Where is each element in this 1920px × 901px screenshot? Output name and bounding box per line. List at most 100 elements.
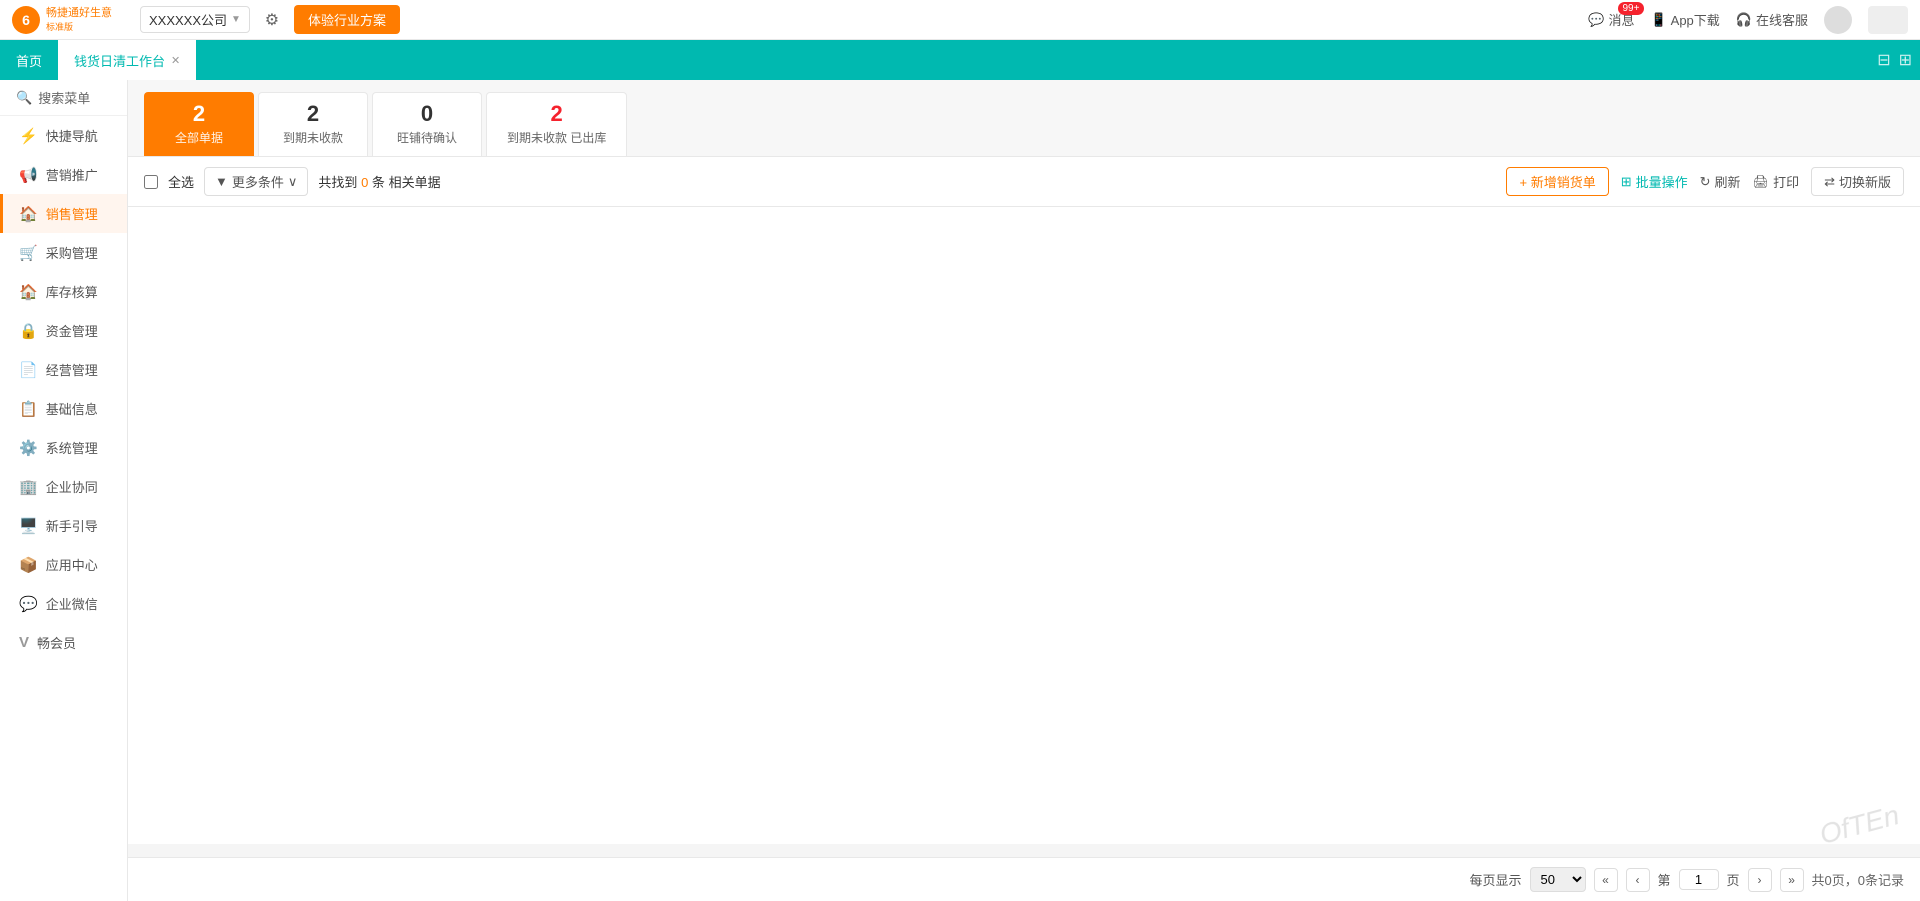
sidebar-item-label: 基础信息 <box>46 399 98 418</box>
stats-label-all: 全部单据 <box>165 129 233 146</box>
logo-icon: 6 <box>12 6 40 34</box>
batch-icon: ⊞ <box>1621 174 1632 190</box>
app-center-icon: 📦 <box>19 556 38 574</box>
sidebar-item-inventory[interactable]: 🏠 库存核算 <box>0 272 127 311</box>
chevron-down-icon: ▼ <box>231 14 241 25</box>
search-icon: 🔍 <box>16 90 32 106</box>
page-input[interactable] <box>1679 869 1719 890</box>
maximize-icon[interactable]: ⊞ <box>1899 50 1912 70</box>
logo-title: 畅捷通好生意 <box>46 6 112 20</box>
sidebar-item-sales[interactable]: 🏠 销售管理 <box>0 194 127 233</box>
sidebar-item-purchase[interactable]: 🛒 采购管理 <box>0 233 127 272</box>
more-conditions-label: 更多条件 <box>232 172 284 191</box>
sales-icon: 🏠 <box>19 205 38 223</box>
logo-badge: 标准版 <box>46 20 112 33</box>
settings-icon[interactable]: ⚙ <box>258 6 286 34</box>
experience-button[interactable]: 体验行业方案 <box>294 5 400 34</box>
search-menu-label: 搜索菜单 <box>38 88 90 107</box>
filter-icon: ▼ <box>215 174 228 189</box>
next-page-button[interactable]: › <box>1748 868 1772 892</box>
stats-tab-all[interactable]: 2 全部单据 <box>144 92 254 156</box>
select-all-checkbox[interactable] <box>144 175 158 189</box>
page-size-select[interactable]: 50 100 200 <box>1530 867 1586 892</box>
count-info: 共找到 0 条 相关单据 <box>318 172 440 191</box>
print-icon: 🖨 <box>1753 174 1770 190</box>
sidebar-item-basic-info[interactable]: 📋 基础信息 <box>0 389 127 428</box>
sidebar-item-finance[interactable]: 🔒 资金管理 <box>0 311 127 350</box>
minimize-icon[interactable]: ⊟ <box>1877 50 1890 70</box>
switch-version-button[interactable]: ⇄ 切换新版 <box>1811 167 1904 196</box>
tab-close-icon[interactable]: ✕ <box>171 54 180 67</box>
app-download-label: App下载 <box>1671 10 1720 29</box>
finance-icon: 🔒 <box>19 322 38 340</box>
tab-work[interactable]: 钱货日清工作台 ✕ <box>58 40 196 80</box>
batch-ops-button[interactable]: ⊞ 批量操作 <box>1621 172 1688 191</box>
sidebar-item-enterprise[interactable]: 🏢 企业协同 <box>0 467 127 506</box>
last-page-button[interactable]: » <box>1780 868 1804 892</box>
refresh-icon: ↻ <box>1700 174 1711 190</box>
content-area <box>128 207 1920 844</box>
avatar[interactable] <box>1824 6 1852 34</box>
logo-area: 6 畅捷通好生意 标准版 <box>12 6 140 34</box>
stats-count-all: 2 <box>165 103 233 125</box>
sidebar-item-label: 畅会员 <box>37 633 76 652</box>
print-label: 打印 <box>1773 172 1799 191</box>
sidebar-item-app-center[interactable]: 📦 应用中心 <box>0 545 127 584</box>
sidebar-item-label: 库存核算 <box>46 282 98 301</box>
user-menu[interactable] <box>1868 6 1908 34</box>
tab-home[interactable]: 首页 <box>0 40 58 80</box>
sidebar-item-operations[interactable]: 📄 经营管理 <box>0 350 127 389</box>
new-sale-button[interactable]: + 新增销货单 <box>1506 167 1608 196</box>
sidebar-item-guide[interactable]: 🖥️ 新手引导 <box>0 506 127 545</box>
stats-tab-pending[interactable]: 0 旺铺待确认 <box>372 92 482 156</box>
basic-info-icon: 📋 <box>19 400 38 418</box>
more-conditions-button[interactable]: ▼ 更多条件 ∨ <box>204 167 308 196</box>
sidebar-item-system[interactable]: ⚙️ 系统管理 <box>0 428 127 467</box>
message-badge: 99+ <box>1618 2 1645 15</box>
refresh-button[interactable]: ↻ 刷新 <box>1700 172 1741 191</box>
chevron-icon: ∨ <box>288 174 298 190</box>
message-action[interactable]: 💬 消息 99+ <box>1588 10 1634 29</box>
sidebar-item-member[interactable]: V 畅会员 <box>0 623 127 662</box>
app-download-action[interactable]: 📱 App下载 <box>1650 10 1719 29</box>
pagination-bar: 每页显示 50 100 200 « ‹ 第 页 › » 共0页，0条记录 <box>128 857 1920 901</box>
first-page-button[interactable]: « <box>1594 868 1618 892</box>
message-icon: 💬 <box>1588 12 1604 28</box>
stats-count-overdue: 2 <box>279 103 347 125</box>
sidebar-item-wechat[interactable]: 💬 企业微信 <box>0 584 127 623</box>
tab-bar: 首页 钱货日清工作台 ✕ ⊟ ⊞ <box>0 40 1920 80</box>
operations-icon: 📄 <box>19 361 38 379</box>
sidebar-item-label: 营销推广 <box>46 165 98 184</box>
inventory-icon: 🏠 <box>19 283 38 301</box>
online-service-action[interactable]: 🎧 在线客服 <box>1736 10 1808 29</box>
toolbar: 全选 ▼ 更多条件 ∨ 共找到 0 条 相关单据 + 新增销货单 ⊞ 批量操作 … <box>128 157 1920 207</box>
stats-label-overdue: 到期未收款 <box>279 129 347 146</box>
company-selector[interactable]: XXXXXX公司 ▼ <box>140 6 250 33</box>
toolbar-left: 全选 ▼ 更多条件 ∨ 共找到 0 条 相关单据 <box>144 167 441 196</box>
found-count: 0 <box>361 175 368 190</box>
stats-tab-overdue[interactable]: 2 到期未收款 <box>258 92 368 156</box>
sidebar-item-quick-nav[interactable]: ⚡ 快捷导航 <box>0 116 127 155</box>
stats-tab-shipped[interactable]: 2 到期未收款 已出库 <box>486 92 627 156</box>
logo-text-area: 畅捷通好生意 标准版 <box>46 6 112 33</box>
sidebar-item-label: 销售管理 <box>46 204 98 223</box>
sidebar-item-label: 应用中心 <box>46 555 98 574</box>
sidebar-item-label: 新手引导 <box>46 516 98 535</box>
tab-bar-right: ⊟ ⊞ <box>1877 50 1920 70</box>
print-button[interactable]: 🖨 打印 <box>1753 172 1800 191</box>
page-label: 第 <box>1658 870 1671 889</box>
sidebar-search[interactable]: 🔍 搜索菜单 <box>0 80 127 116</box>
switch-label: 切换新版 <box>1839 172 1891 191</box>
page-suffix: 页 <box>1727 870 1740 889</box>
sidebar-item-label: 经营管理 <box>46 360 98 379</box>
quick-nav-icon: ⚡ <box>19 127 38 145</box>
marketing-icon: 📢 <box>19 166 38 184</box>
company-name: XXXXXX公司 <box>149 10 227 29</box>
total-info: 共0页，0条记录 <box>1812 870 1904 889</box>
service-icon: 🎧 <box>1736 12 1752 28</box>
header-right: 💬 消息 99+ 📱 App下载 🎧 在线客服 <box>1588 6 1908 34</box>
prev-page-button[interactable]: ‹ <box>1626 868 1650 892</box>
app-icon: 📱 <box>1650 12 1666 28</box>
stats-label-shipped: 到期未收款 已出库 <box>507 129 606 146</box>
sidebar-item-marketing[interactable]: 📢 营销推广 <box>0 155 127 194</box>
